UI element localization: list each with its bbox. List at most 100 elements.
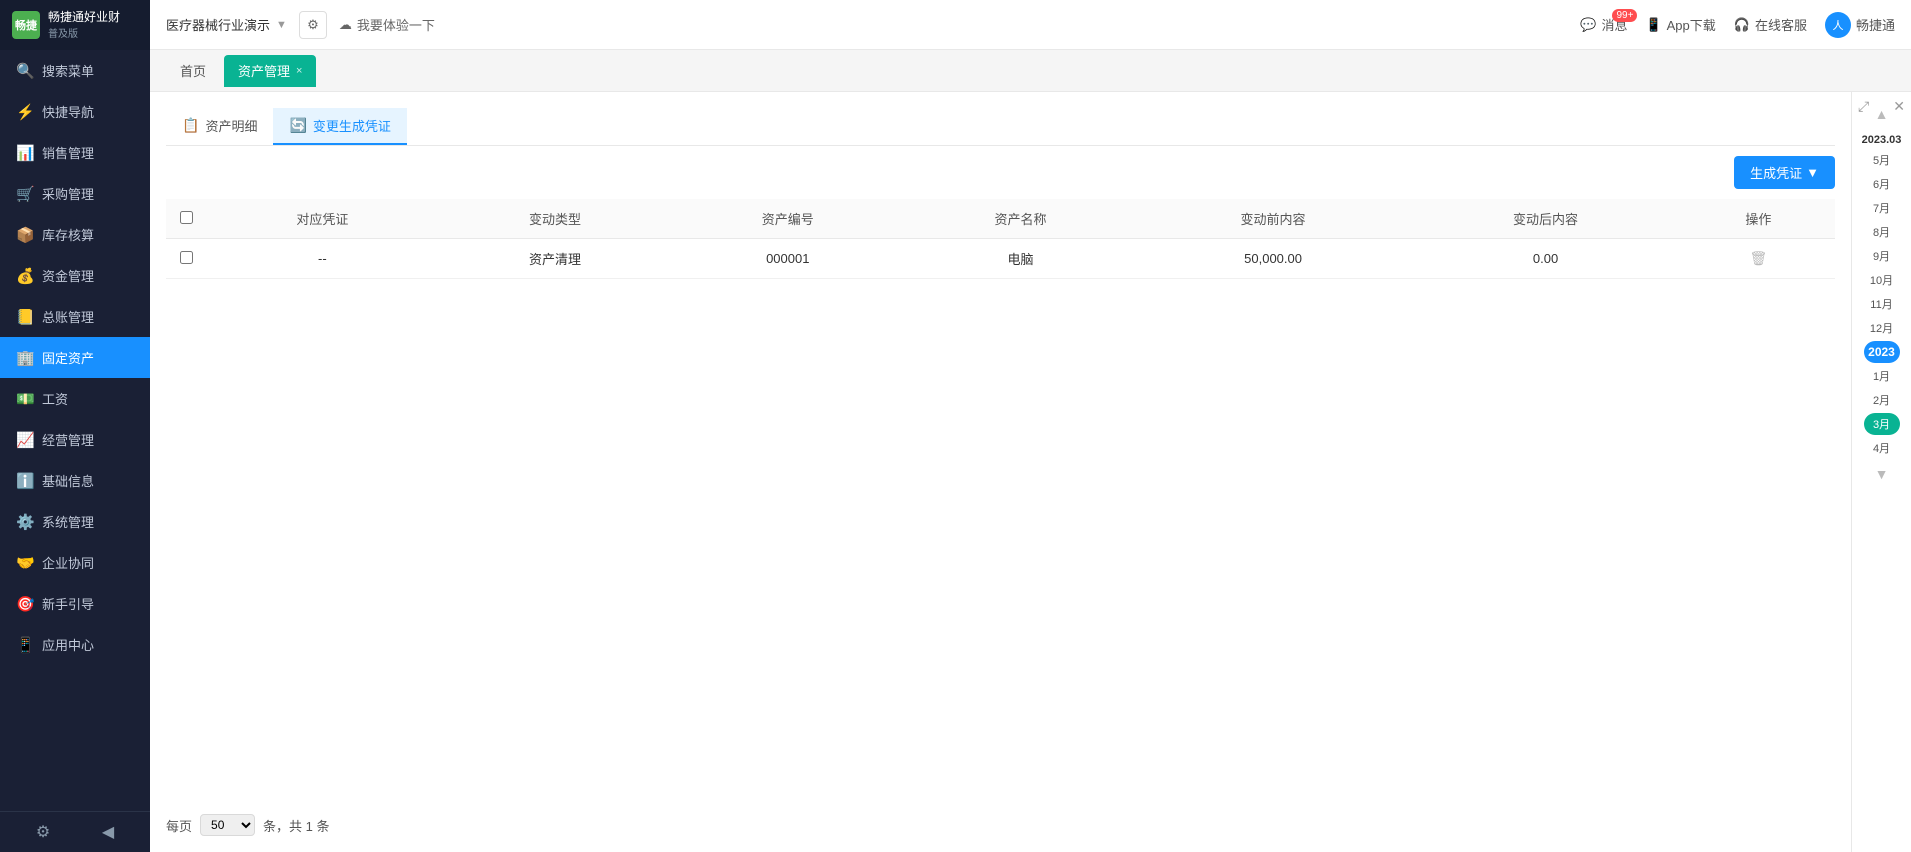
sidebar-logo: 畅捷 畅捷通好业财 普及版 (0, 0, 150, 50)
subtab-label: 资产明细 (205, 116, 257, 135)
search-icon: 🔍 (16, 62, 34, 80)
subtab-change-voucher[interactable]: 🔄 变更生成凭证 (273, 108, 406, 145)
sidebar-item-sales[interactable]: 📊 销售管理 (0, 132, 150, 173)
sidebar-item-quicknav[interactable]: ⚡ 快捷导航 (0, 91, 150, 132)
timeline-month-apr[interactable]: 4月 (1864, 437, 1900, 459)
timeline-month-dec[interactable]: 12月 (1864, 317, 1900, 339)
select-all-checkbox[interactable] (180, 211, 193, 224)
fixedassets-icon: 🏢 (16, 349, 34, 367)
pagination: 每页 50 10 20 100 条，共 1 条 (166, 804, 1835, 836)
action-bar: 生成凭证 ▼ (166, 146, 1835, 199)
row-before: 50,000.00 (1137, 239, 1410, 279)
sales-icon: 📊 (16, 144, 34, 162)
sidebar-item-enterprise[interactable]: 🤝 企业协同 (0, 542, 150, 583)
sidebar-item-label: 快捷导航 (42, 102, 94, 121)
sidebar-item-appcenter[interactable]: 📱 应用中心 (0, 624, 150, 665)
col-action: 操作 (1682, 199, 1835, 239)
newguide-icon: 🎯 (16, 595, 34, 613)
delete-button[interactable]: 🗑 (1750, 250, 1768, 266)
settings-bottom-button[interactable]: ⚙ (36, 822, 50, 842)
timeline-month-may[interactable]: 5月 (1864, 149, 1900, 171)
company-dropdown-icon: ▼ (276, 19, 287, 31)
content-area: 📋 资产明细 🔄 变更生成凭证 生成凭证 ▼ (150, 92, 1911, 852)
tab-close-icon[interactable]: × (296, 65, 302, 77)
appcenter-icon: 📱 (16, 636, 34, 654)
sidebar-item-operations[interactable]: 📈 经营管理 (0, 419, 150, 460)
sidebar-item-label: 固定资产 (42, 348, 94, 367)
trial-button[interactable]: ☁ 我要体验一下 (339, 15, 435, 34)
col-asset-no: 资产编号 (671, 199, 904, 239)
tab-home[interactable]: 首页 (166, 55, 220, 87)
tabbar: 首页 资产管理 × (150, 50, 1911, 92)
timeline-month-nov[interactable]: 11月 (1864, 293, 1900, 315)
timeline-nav-down[interactable]: ▼ (1870, 462, 1894, 486)
timeline-year-2023[interactable]: 2023 (1864, 341, 1900, 363)
app-download-button[interactable]: 📱 App下载 (1645, 15, 1715, 34)
topbar: 医疗器械行业演示 ▼ ⚙ ☁ 我要体验一下 💬 消息 99+ 📱 App下载 🎧… (150, 0, 1911, 50)
timeline-month-mar-current[interactable]: 3月 (1864, 413, 1900, 435)
card: 📋 资产明细 🔄 变更生成凭证 生成凭证 ▼ (150, 92, 1851, 852)
asset-details-icon: 📋 (182, 117, 199, 134)
sidebar-item-basicinfo[interactable]: ℹ️ 基础信息 (0, 460, 150, 501)
service-icon: 🎧 (1734, 17, 1750, 33)
timeline-year-label: 2023.03 (1852, 134, 1911, 146)
payroll-icon: 💵 (16, 390, 34, 408)
sidebar-item-payroll[interactable]: 💵 工资 (0, 378, 150, 419)
settings-icon: ⚙ (307, 17, 319, 33)
message-button[interactable]: 💬 消息 99+ (1580, 15, 1627, 34)
table-row: -- 资产清理 000001 电脑 50,000.00 0.00 🗑 (166, 239, 1835, 279)
main-area: 医疗器械行业演示 ▼ ⚙ ☁ 我要体验一下 💬 消息 99+ 📱 App下载 🎧… (150, 0, 1911, 852)
subtab-asset-details[interactable]: 📋 资产明细 (166, 108, 273, 145)
change-voucher-icon: 🔄 (289, 117, 306, 134)
timeline-month-sep[interactable]: 9月 (1864, 245, 1900, 267)
timeline-expand-button[interactable]: ⤢ (1858, 98, 1869, 115)
user-area[interactable]: 人 畅捷通 (1825, 12, 1895, 38)
sidebar-item-label: 新手引导 (42, 594, 94, 613)
message-badge: 99+ (1612, 9, 1637, 22)
timeline-month-aug[interactable]: 8月 (1864, 221, 1900, 243)
sidebar-item-label: 总账管理 (42, 307, 94, 326)
app-icon: 📱 (1645, 17, 1661, 33)
sidebar-item-ledger[interactable]: 📒 总账管理 (0, 296, 150, 337)
row-change-type: 资产清理 (439, 239, 672, 279)
sidebar-item-label: 应用中心 (42, 635, 94, 654)
sidebar-item-fixedassets[interactable]: 🏢 固定资产 (0, 337, 150, 378)
avatar: 人 (1825, 12, 1851, 38)
col-voucher: 对应凭证 (206, 199, 439, 239)
timeline-month-jul[interactable]: 7月 (1864, 197, 1900, 219)
sidebar-item-label: 经营管理 (42, 430, 94, 449)
timeline-month-jan[interactable]: 1月 (1864, 365, 1900, 387)
per-page-select[interactable]: 50 10 20 100 (200, 814, 255, 836)
sidebar-item-label: 资金管理 (42, 266, 94, 285)
sidebar-item-newguide[interactable]: 🎯 新手引导 (0, 583, 150, 624)
cloud-icon: ☁ (339, 17, 352, 33)
logo-main-text: 畅捷通好业财 (48, 10, 120, 26)
company-selector[interactable]: 医疗器械行业演示 ▼ (166, 15, 287, 34)
sidebar: 畅捷 畅捷通好业财 普及版 🔍 搜索菜单 ⚡ 快捷导航 📊 销售管理 🛒 采购管… (0, 0, 150, 852)
collapse-button[interactable]: ◀ (102, 822, 114, 842)
total-text: 条，共 1 条 (263, 816, 329, 835)
sidebar-item-inventory[interactable]: 📦 库存核算 (0, 214, 150, 255)
timeline-nav-up[interactable]: ▲ (1870, 102, 1894, 126)
sidebar-item-label: 企业协同 (42, 553, 94, 572)
timeline-month-jun[interactable]: 6月 (1864, 173, 1900, 195)
logo-icon: 畅捷 (12, 11, 40, 39)
sidebar-item-system[interactable]: ⚙️ 系统管理 (0, 501, 150, 542)
service-button[interactable]: 🎧 在线客服 (1734, 15, 1807, 34)
sidebar-item-label: 搜索菜单 (42, 61, 94, 80)
basicinfo-icon: ℹ️ (16, 472, 34, 490)
timeline-month-feb[interactable]: 2月 (1864, 389, 1900, 411)
timeline-close-button[interactable]: ✕ (1893, 98, 1905, 115)
col-after: 变动后内容 (1409, 199, 1682, 239)
funds-icon: 💰 (16, 267, 34, 285)
row-checkbox[interactable] (180, 251, 193, 264)
tab-label: 资产管理 (238, 61, 290, 80)
sidebar-item-label: 库存核算 (42, 225, 94, 244)
timeline-month-oct[interactable]: 10月 (1864, 269, 1900, 291)
sidebar-item-purchase[interactable]: 🛒 采购管理 (0, 173, 150, 214)
generate-voucher-button[interactable]: 生成凭证 ▼ (1734, 156, 1835, 189)
tab-asset-management[interactable]: 资产管理 × (224, 55, 316, 87)
sidebar-item-funds[interactable]: 💰 资金管理 (0, 255, 150, 296)
sidebar-item-search[interactable]: 🔍 搜索菜单 (0, 50, 150, 91)
settings-button[interactable]: ⚙ (299, 11, 327, 39)
